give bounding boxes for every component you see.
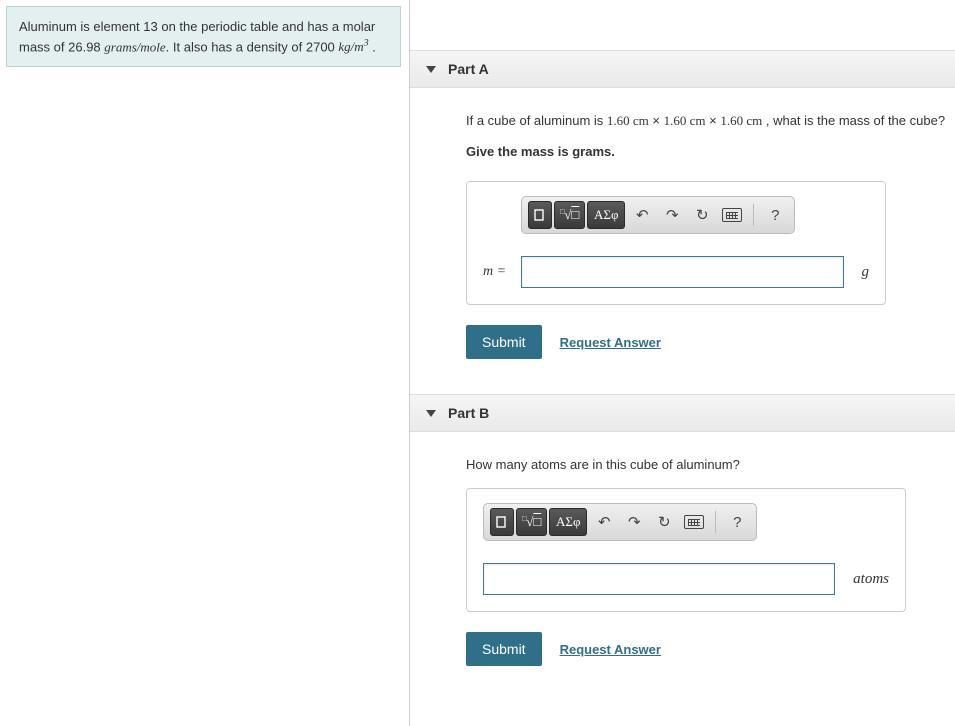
rect-icon [534,208,546,222]
part-a-toolbar: □√□ ΑΣφ ↶ ↷ ↻ ? [521,196,795,234]
part-a-instruction: Give the mass is grams. [466,144,955,159]
part-a-actions: Submit Request Answer [466,325,955,359]
part-a-header[interactable]: Part A [410,50,955,88]
part-b-submit-button[interactable]: Submit [466,632,542,666]
sqrt-icon: □√□ [522,514,541,530]
template-buttons-group: □√□ ΑΣφ [528,201,625,229]
help-button[interactable]: ? [762,201,788,229]
part-a-answer-input[interactable] [521,256,844,288]
reset-button[interactable]: ↻ [689,201,715,229]
part-a-answer-panel: □√□ ΑΣφ ↶ ↷ ↻ ? m = g [466,181,886,305]
info-text-2: . It also has a density of 2700 [166,39,339,54]
toolbar-separator [753,204,754,226]
rect-template-button[interactable] [528,201,552,229]
help-button[interactable]: ? [724,508,750,536]
caret-down-icon [426,410,436,417]
undo-button[interactable]: ↶ [629,201,655,229]
sqrt-template-button[interactable]: □√□ [554,201,585,229]
part-a-submit-button[interactable]: Submit [466,325,542,359]
part-a-title: Part A [448,61,489,77]
part-a-var-label: m = [483,264,511,280]
redo-button[interactable]: ↷ [621,508,647,536]
molar-unit: grams/mole [104,39,165,54]
part-b-title: Part B [448,405,489,421]
part-b-toolbar: □√□ ΑΣφ ↶ ↷ ↻ ? [483,503,757,541]
greek-button[interactable]: ΑΣφ [549,508,587,536]
part-a-question: If a cube of aluminum is 1.60 cm × 1.60 … [466,112,955,130]
greek-button[interactable]: ΑΣφ [587,201,625,229]
part-b-actions: Submit Request Answer [466,632,955,666]
keyboard-icon [684,515,704,529]
rect-icon [496,515,508,529]
template-buttons-group: □√□ ΑΣφ [490,508,587,536]
keyboard-button[interactable] [719,201,745,229]
part-a-input-row: m = g [483,256,869,288]
toolbar-separator [715,511,716,533]
info-text-3: . [369,39,376,54]
part-b-answer-panel: □√□ ΑΣφ ↶ ↷ ↻ ? atoms [466,488,906,612]
left-column: Aluminum is element 13 on the periodic t… [0,0,410,726]
part-a-body: If a cube of aluminum is 1.60 cm × 1.60 … [410,112,955,394]
part-b-unit: atoms [853,571,889,588]
part-b-input-row: atoms [483,563,889,595]
rect-template-button[interactable] [490,508,514,536]
part-a-request-answer-link[interactable]: Request Answer [560,335,661,350]
part-b-request-answer-link[interactable]: Request Answer [560,642,661,657]
part-b-body: How many atoms are in this cube of alumi… [410,456,955,701]
caret-down-icon [426,66,436,73]
sqrt-icon: □√□ [560,207,579,223]
problem-info-box: Aluminum is element 13 on the periodic t… [6,6,401,67]
sqrt-template-button[interactable]: □√□ [516,508,547,536]
reset-button[interactable]: ↻ [651,508,677,536]
density-unit: kg/m3 [338,39,368,54]
keyboard-button[interactable] [681,508,707,536]
redo-button[interactable]: ↷ [659,201,685,229]
keyboard-icon [722,208,742,222]
part-b-answer-input[interactable] [483,563,835,595]
part-a-unit: g [862,264,870,281]
part-b-question: How many atoms are in this cube of alumi… [466,456,955,474]
right-column: Part A If a cube of aluminum is 1.60 cm … [410,0,955,726]
part-b-header[interactable]: Part B [410,394,955,432]
undo-button[interactable]: ↶ [591,508,617,536]
